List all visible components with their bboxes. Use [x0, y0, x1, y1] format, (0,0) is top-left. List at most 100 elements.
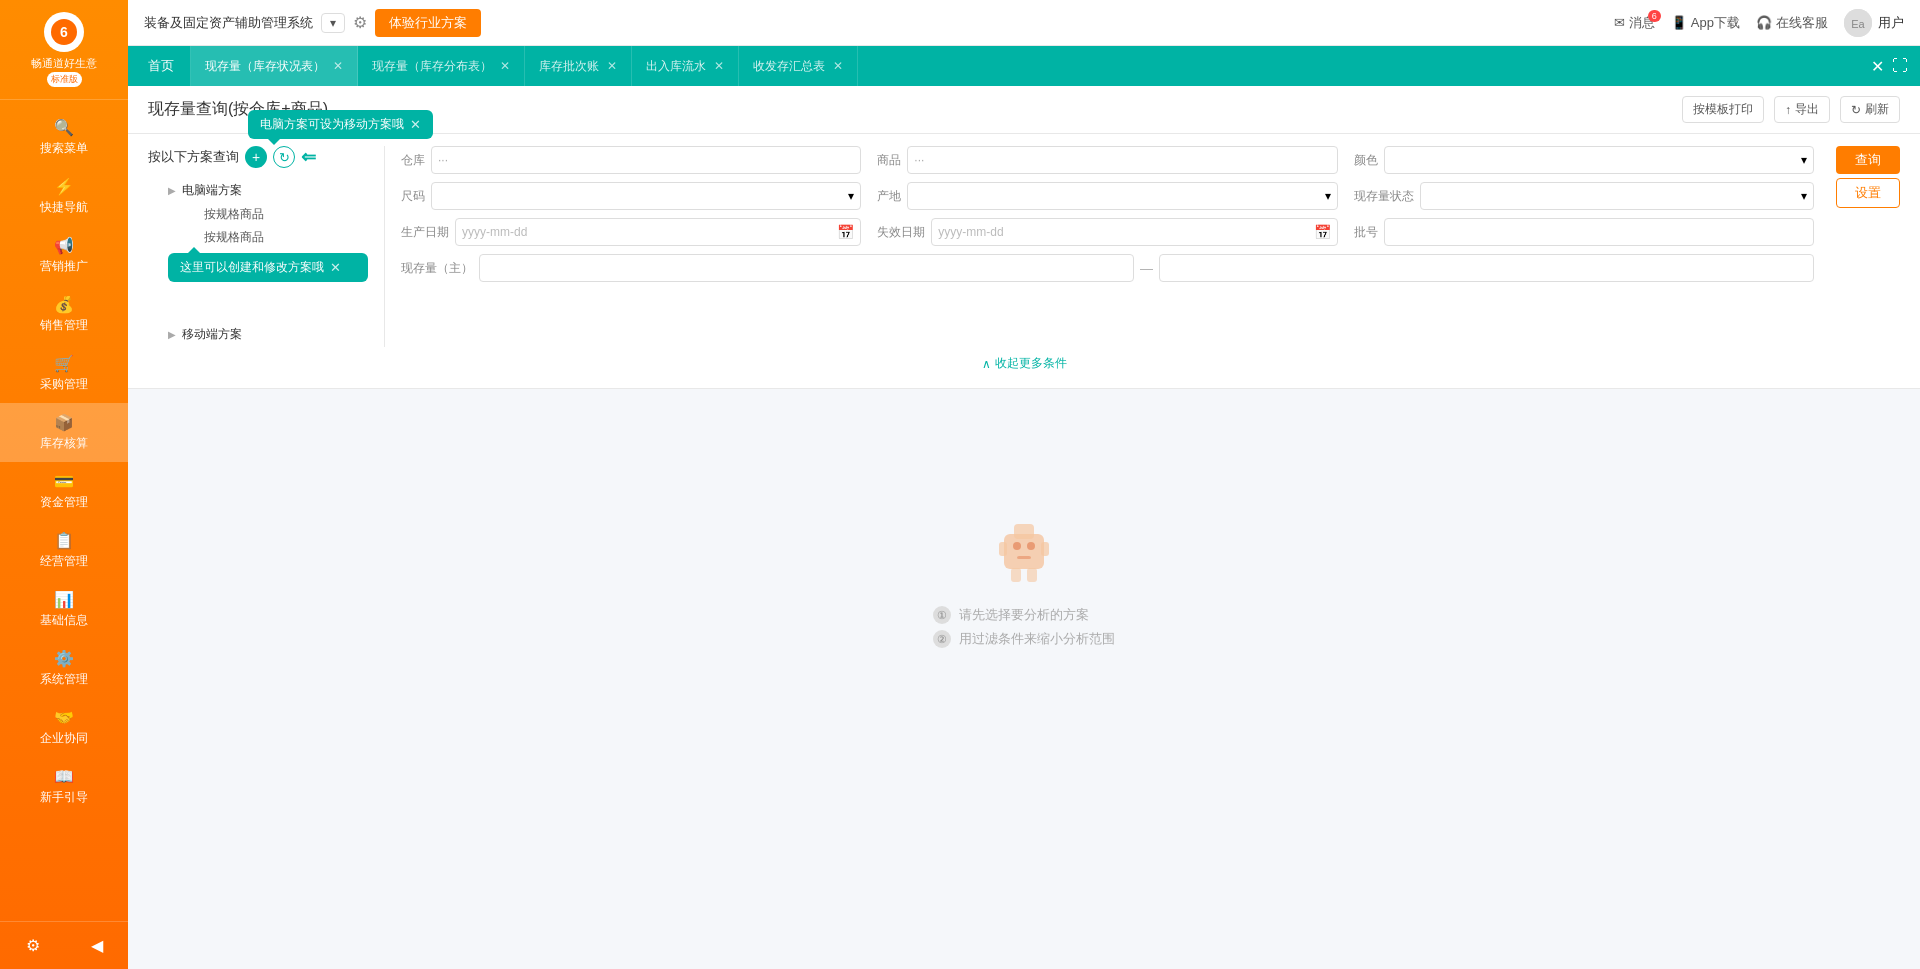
sidebar-item-label: 采购管理 — [40, 376, 88, 393]
stock-main-max-input[interactable] — [1159, 254, 1814, 282]
scheme-mobile[interactable]: ▶ 移动端方案 — [168, 322, 368, 347]
message-icon: ✉ — [1614, 15, 1625, 30]
sidebar-item-label: 营销推广 — [40, 258, 88, 275]
tooltip-close-btn[interactable]: ✕ — [410, 117, 421, 132]
svg-rect-5 — [1014, 524, 1034, 539]
arrow-left-btn[interactable]: ⇐ — [301, 146, 316, 168]
set-btn[interactable]: 设置 — [1836, 178, 1900, 208]
expire-date-placeholder: yyyy-mm-dd — [938, 225, 1309, 239]
tab-inout-flow[interactable]: 出入库流水 ✕ — [632, 46, 739, 86]
tab-close-icon[interactable]: ✕ — [333, 59, 343, 73]
topbar-settings-icon[interactable]: ⚙ — [353, 13, 367, 32]
add-scheme-btn[interactable]: + — [245, 146, 267, 168]
goods-select[interactable]: ··· — [907, 146, 1337, 174]
main-content: 装备及固定资产辅助管理系统 ▾ ⚙ 体验行业方案 ✉ 消息 6 📱 App下载 … — [128, 0, 1920, 969]
stock-status-select[interactable]: ▾ — [1420, 182, 1814, 210]
card-icon: 💳 — [54, 472, 74, 491]
sidebar-item-inventory[interactable]: 📦 库存核算 — [0, 403, 128, 462]
warehouse-field: 仓库 ··· — [401, 146, 861, 174]
tab-inventory-status[interactable]: 现存量（库存状况表） ✕ — [191, 46, 358, 86]
app-name: 畅通道好生意 — [31, 56, 97, 70]
page-content: 现存量查询(按仓库+商品) 按模板打印 ↑ 导出 ↻ 刷新 — [128, 86, 1920, 969]
search-btn[interactable]: 查询 — [1836, 146, 1900, 174]
sidebar-item-quick-nav[interactable]: ⚡ 快捷导航 — [0, 167, 128, 226]
sidebar-item-marketing[interactable]: 📢 营销推广 — [0, 226, 128, 285]
collapse-more-btn[interactable]: ∧ 收起更多条件 — [148, 347, 1900, 380]
clipboard-icon: 📋 — [54, 531, 74, 550]
svg-point-7 — [1027, 542, 1035, 550]
template-print-btn[interactable]: 按模板打印 — [1682, 96, 1764, 123]
stock-main-field: 现存量（主） — — [401, 254, 1814, 282]
sidebar-item-search[interactable]: 🔍 搜索菜单 — [0, 108, 128, 167]
size-select[interactable]: ▾ — [431, 182, 861, 210]
prod-date-label: 生产日期 — [401, 224, 449, 241]
page-header-actions: 按模板打印 ↑ 导出 ↻ 刷新 — [1682, 96, 1900, 123]
username-label: 用户 — [1878, 14, 1904, 32]
topbar: 装备及固定资产辅助管理系统 ▾ ⚙ 体验行业方案 ✉ 消息 6 📱 App下载 … — [128, 0, 1920, 46]
dots-icon: ··· — [438, 153, 448, 167]
tab-receive-summary[interactable]: 收发存汇总表 ✕ — [739, 46, 858, 86]
chart-icon: 📊 — [54, 590, 74, 609]
support-btn[interactable]: 🎧 在线客服 — [1756, 14, 1828, 32]
stock-status-field: 现存量状态 ▾ — [1354, 182, 1814, 210]
scheme-pc[interactable]: ▶ 电脑端方案 — [168, 178, 368, 203]
collapse-sidebar-btn[interactable]: ◀ — [87, 932, 107, 959]
sidebar-item-system[interactable]: ⚙️ 系统管理 — [0, 639, 128, 698]
scheme-sub-item-1[interactable]: 按规格商品 — [184, 203, 368, 226]
export-btn[interactable]: ↑ 导出 — [1774, 96, 1830, 123]
tabbar: 首页 现存量（库存状况表） ✕ 现存量（库存分布表） ✕ 库存批次账 ✕ 出入库… — [128, 46, 1920, 86]
refresh-scheme-btn[interactable]: ↻ — [273, 146, 295, 168]
sidebar-item-label: 经营管理 — [40, 553, 88, 570]
filter-scheme-label: 按以下方案查询 — [148, 148, 239, 166]
message-btn[interactable]: ✉ 消息 6 — [1614, 14, 1655, 32]
size-field: 尺码 ▾ — [401, 182, 861, 210]
prod-date-input[interactable]: yyyy-mm-dd 📅 — [455, 218, 861, 246]
tab-inventory-batch[interactable]: 库存批次账 ✕ — [525, 46, 632, 86]
tab-close-icon[interactable]: ✕ — [500, 59, 510, 73]
user-menu[interactable]: Ea 用户 — [1844, 9, 1904, 37]
tab-inventory-dist[interactable]: 现存量（库存分布表） ✕ — [358, 46, 525, 86]
tooltip-close2-btn[interactable]: ✕ — [330, 260, 341, 275]
expire-date-label: 失效日期 — [877, 224, 925, 241]
app-download-label: App下载 — [1691, 14, 1740, 32]
sidebar-item-operations[interactable]: 📋 经营管理 — [0, 521, 128, 580]
app-download-btn[interactable]: 📱 App下载 — [1671, 14, 1740, 32]
sidebar-item-label: 库存核算 — [40, 435, 88, 452]
color-label: 颜色 — [1354, 152, 1378, 169]
sidebar-item-basics[interactable]: 📊 基础信息 — [0, 580, 128, 639]
tab-close-icon[interactable]: ✕ — [833, 59, 843, 73]
origin-select[interactable]: ▾ — [907, 182, 1337, 210]
expire-date-field: 失效日期 yyyy-mm-dd 📅 — [877, 218, 1337, 246]
tooltip-pc-scheme: 电脑方案可设为移动方案哦 ✕ — [248, 110, 433, 139]
sidebar-item-purchase[interactable]: 🛒 采购管理 — [0, 344, 128, 403]
tooltip-edit-scheme: 这里可以创建和修改方案哦 ✕ — [168, 253, 368, 282]
settings-bottom-icon[interactable]: ⚙ — [22, 932, 44, 959]
tab-close-icon[interactable]: ✕ — [714, 59, 724, 73]
sidebar-item-finance[interactable]: 💳 资金管理 — [0, 462, 128, 521]
sidebar-item-enterprise[interactable]: 🤝 企业协同 — [0, 698, 128, 757]
message-badge: 6 — [1648, 10, 1661, 22]
tab-home[interactable]: 首页 — [132, 46, 191, 86]
sidebar-nav: 🔍 搜索菜单 ⚡ 快捷导航 📢 营销推广 💰 销售管理 🛒 采购管理 📦 库存核… — [0, 100, 128, 921]
chevron-down-icon: ▾ — [1801, 189, 1807, 203]
sidebar-item-sales[interactable]: 💰 销售管理 — [0, 285, 128, 344]
tabbar-close-all-icon[interactable]: ✕ — [1871, 57, 1884, 76]
sidebar-bottom: ⚙ ◀ — [0, 921, 128, 969]
refresh-btn[interactable]: ↻ 刷新 — [1840, 96, 1900, 123]
sidebar-item-guide[interactable]: 📖 新手引导 — [0, 757, 128, 816]
expire-date-input[interactable]: yyyy-mm-dd 📅 — [931, 218, 1337, 246]
tab-close-icon[interactable]: ✕ — [607, 59, 617, 73]
stock-main-min-input[interactable] — [479, 254, 1134, 282]
batch-input[interactable] — [1384, 218, 1814, 246]
headset-icon: 🎧 — [1756, 15, 1772, 30]
tab-label: 收发存汇总表 — [753, 58, 825, 75]
app-logo-icon: 6 — [44, 12, 84, 52]
scheme-tree: ▶ 电脑端方案 按规格商品 按规格商品 这里可以创建和修改方案哦 ✕ — [148, 174, 368, 347]
trial-btn[interactable]: 体验行业方案 — [375, 9, 481, 37]
color-select[interactable]: ▾ — [1384, 146, 1814, 174]
system-select[interactable]: ▾ — [321, 13, 345, 33]
scheme-sub-item-2[interactable]: 按规格商品 — [184, 226, 368, 249]
warehouse-select[interactable]: ··· — [431, 146, 861, 174]
tabbar-expand-icon[interactable]: ⛶ — [1892, 57, 1908, 75]
tip1-num: ① — [933, 606, 951, 624]
